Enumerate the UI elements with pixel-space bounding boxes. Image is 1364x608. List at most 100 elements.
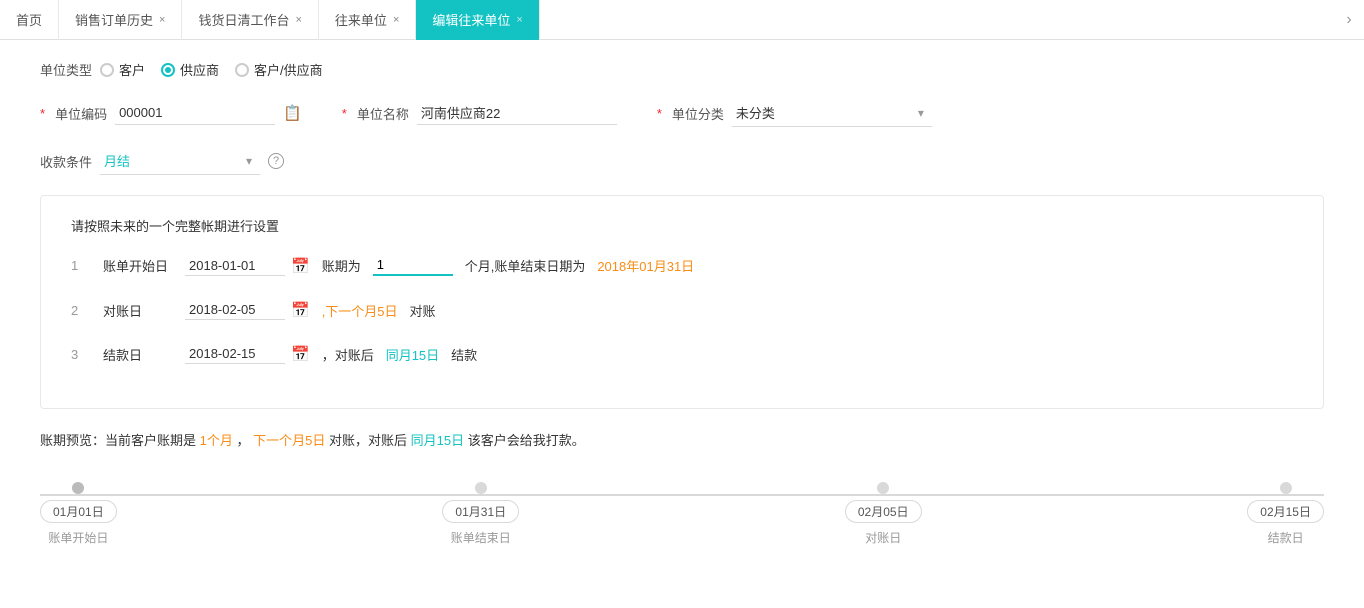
unit-type-row: 单位类型 客户 供应商 客户/供应商 bbox=[40, 60, 1324, 79]
timeline-point-3: 02月15日 结款日 bbox=[1247, 482, 1324, 546]
preview-suffix: 该客户会给我打款。 bbox=[468, 433, 585, 448]
radio-customer[interactable]: 客户 bbox=[100, 60, 145, 79]
period-input[interactable] bbox=[373, 255, 453, 276]
preview-part3: 同月15日 bbox=[411, 433, 464, 448]
page-content: 单位类型 客户 供应商 客户/供应商 * 单位编码 bbox=[0, 40, 1364, 608]
settings-row-3: 3 结款日 📅 ，对账后 同月15日 结款 bbox=[71, 344, 1293, 364]
row-3-desc-suffix: 结款 bbox=[451, 345, 477, 364]
timeline-label-3: 02月15日 bbox=[1247, 500, 1324, 523]
row-1-end-date: 2018年01月31日 bbox=[597, 256, 694, 275]
unit-code-label: 单位编码 bbox=[55, 104, 107, 123]
settings-row-1: 1 账单开始日 📅 账期为 个月,账单结束日期为 2018年01月31日 bbox=[71, 255, 1293, 276]
preview-sep2: 对账，对账后 bbox=[329, 433, 407, 448]
timeline-sub-3: 结款日 bbox=[1268, 529, 1304, 546]
start-date-input[interactable] bbox=[185, 256, 285, 276]
timeline-circle-3 bbox=[1280, 482, 1292, 494]
preview-section: 账期预览：当前客户账期是 1个月 ， 下一个月5日 对账，对账后 同月15日 该… bbox=[40, 429, 1324, 452]
timeline-point-1: 01月31日 账单结束日 bbox=[442, 482, 519, 546]
tab-sales-history-close[interactable]: × bbox=[159, 14, 165, 26]
radio-customer-circle bbox=[100, 63, 114, 77]
radio-supplier[interactable]: 供应商 bbox=[161, 60, 219, 79]
payment-terms-field: 收款条件 月结 ▾ ? bbox=[40, 147, 284, 175]
unit-name-required: * bbox=[342, 106, 347, 121]
unit-info-row: * 单位编码 📋 * 单位名称 * 单位分类 未分类 ▾ bbox=[40, 99, 1324, 127]
row-1-period-label: 账期为 bbox=[322, 256, 361, 275]
radio-customer-supplier-label: 客户/供应商 bbox=[254, 60, 323, 79]
unit-category-select[interactable]: 未分类 ▾ bbox=[732, 99, 932, 127]
preview-part1: 1个月 bbox=[200, 433, 233, 448]
tab-edit-partner-close[interactable]: × bbox=[516, 14, 522, 26]
preview-prefix: 账期预览：当前客户账期是 bbox=[40, 433, 196, 448]
unit-type-label: 单位类型 bbox=[40, 60, 92, 79]
unit-code-input[interactable] bbox=[115, 101, 275, 125]
row-2-label: 对账日 bbox=[103, 301, 173, 320]
row-1-num: 1 bbox=[71, 258, 91, 273]
row-2-desc-suffix: 对账 bbox=[410, 301, 436, 320]
payment-date-calendar-icon[interactable]: 📅 bbox=[291, 345, 310, 363]
payment-date-input[interactable] bbox=[185, 344, 285, 364]
unit-code-field: * 单位编码 📋 bbox=[40, 101, 302, 125]
payment-terms-value: 月结 bbox=[104, 151, 242, 170]
preview-sep1: ， bbox=[237, 433, 250, 448]
tab-partner-list-close[interactable]: × bbox=[393, 14, 399, 26]
unit-category-required: * bbox=[657, 106, 662, 121]
preview-part2: 下一个月5日 bbox=[253, 433, 325, 448]
row-3-date-field: 📅 bbox=[185, 344, 310, 364]
start-date-calendar-icon[interactable]: 📅 bbox=[291, 257, 310, 275]
unit-name-label: 单位名称 bbox=[357, 104, 409, 123]
payment-terms-select[interactable]: 月结 ▾ bbox=[100, 147, 260, 175]
tab-cash-work-close[interactable]: × bbox=[295, 14, 301, 26]
reconcile-date-input[interactable] bbox=[185, 300, 285, 320]
timeline-circle-0 bbox=[72, 482, 84, 494]
unit-name-field: * 单位名称 bbox=[342, 101, 617, 125]
row-3-label: 结款日 bbox=[103, 345, 173, 364]
row-3-num: 3 bbox=[71, 347, 91, 362]
timeline-points: 01月01日 账单开始日 01月31日 账单结束日 02月05日 对账日 bbox=[40, 482, 1324, 546]
row-2-num: 2 bbox=[71, 303, 91, 318]
row-2-date-field: 📅 bbox=[185, 300, 310, 320]
timeline-label-2: 02月05日 bbox=[845, 500, 922, 523]
timeline-label-0: 01月01日 bbox=[40, 500, 117, 523]
payment-terms-arrow: ▾ bbox=[246, 154, 252, 168]
timeline-point-0: 01月01日 账单开始日 bbox=[40, 482, 117, 546]
row-1-period-unit: 个月,账单结束日期为 bbox=[465, 256, 586, 275]
settings-row-2: 2 对账日 📅 ,下一个月5日 对账 bbox=[71, 300, 1293, 320]
row-1-date-field: 📅 bbox=[185, 256, 310, 276]
timeline-point-2: 02月05日 对账日 bbox=[845, 482, 922, 546]
tab-partner-list[interactable]: 往来单位 × bbox=[319, 0, 416, 40]
unit-type-field: 单位类型 客户 供应商 客户/供应商 bbox=[40, 60, 323, 79]
timeline-circle-2 bbox=[877, 482, 889, 494]
timeline-sub-1: 账单结束日 bbox=[451, 529, 511, 546]
timeline-sub-0: 账单开始日 bbox=[48, 529, 108, 546]
timeline-sub-2: 对账日 bbox=[865, 529, 901, 546]
unit-category-field: * 单位分类 未分类 ▾ bbox=[657, 99, 932, 127]
tab-overflow-button[interactable]: › bbox=[1334, 11, 1364, 29]
tab-edit-partner[interactable]: 编辑往来单位 × bbox=[416, 0, 539, 40]
unit-category-arrow: ▾ bbox=[918, 106, 924, 120]
tab-sales-history[interactable]: 销售订单历史 × bbox=[59, 0, 182, 40]
settings-section: 请按照未来的一个完整帐期进行设置 1 账单开始日 📅 账期为 个月,账单结束日期… bbox=[40, 195, 1324, 409]
row-3-desc-prefix: ，对账后 bbox=[322, 345, 374, 364]
tabs-bar: 首页 销售订单历史 × 钱货日清工作台 × 往来单位 × 编辑往来单位 × › bbox=[0, 0, 1364, 40]
reconcile-date-calendar-icon[interactable]: 📅 bbox=[291, 301, 310, 319]
radio-group-unit-type: 客户 供应商 客户/供应商 bbox=[100, 60, 323, 79]
unit-code-copy-icon[interactable]: 📋 bbox=[283, 104, 302, 122]
radio-customer-supplier[interactable]: 客户/供应商 bbox=[235, 60, 323, 79]
timeline-label-1: 01月31日 bbox=[442, 500, 519, 523]
row-1-label: 账单开始日 bbox=[103, 256, 173, 275]
radio-supplier-label: 供应商 bbox=[180, 60, 219, 79]
radio-customer-label: 客户 bbox=[119, 60, 145, 79]
tab-cash-work[interactable]: 钱货日清工作台 × bbox=[182, 0, 318, 40]
unit-category-value: 未分类 bbox=[736, 103, 914, 122]
tab-home[interactable]: 首页 bbox=[0, 0, 59, 40]
unit-code-required: * bbox=[40, 106, 45, 121]
section-instruction: 请按照未来的一个完整帐期进行设置 bbox=[71, 216, 1293, 235]
timeline: 01月01日 账单开始日 01月31日 账单结束日 02月05日 对账日 bbox=[40, 472, 1324, 556]
row-2-desc-prefix: ,下一个月5日 bbox=[322, 301, 398, 320]
payment-terms-row: 收款条件 月结 ▾ ? bbox=[40, 147, 1324, 175]
unit-name-input[interactable] bbox=[417, 101, 617, 125]
payment-terms-help-icon[interactable]: ? bbox=[268, 153, 284, 169]
unit-category-label: 单位分类 bbox=[672, 104, 724, 123]
radio-supplier-circle bbox=[161, 63, 175, 77]
timeline-circle-1 bbox=[475, 482, 487, 494]
